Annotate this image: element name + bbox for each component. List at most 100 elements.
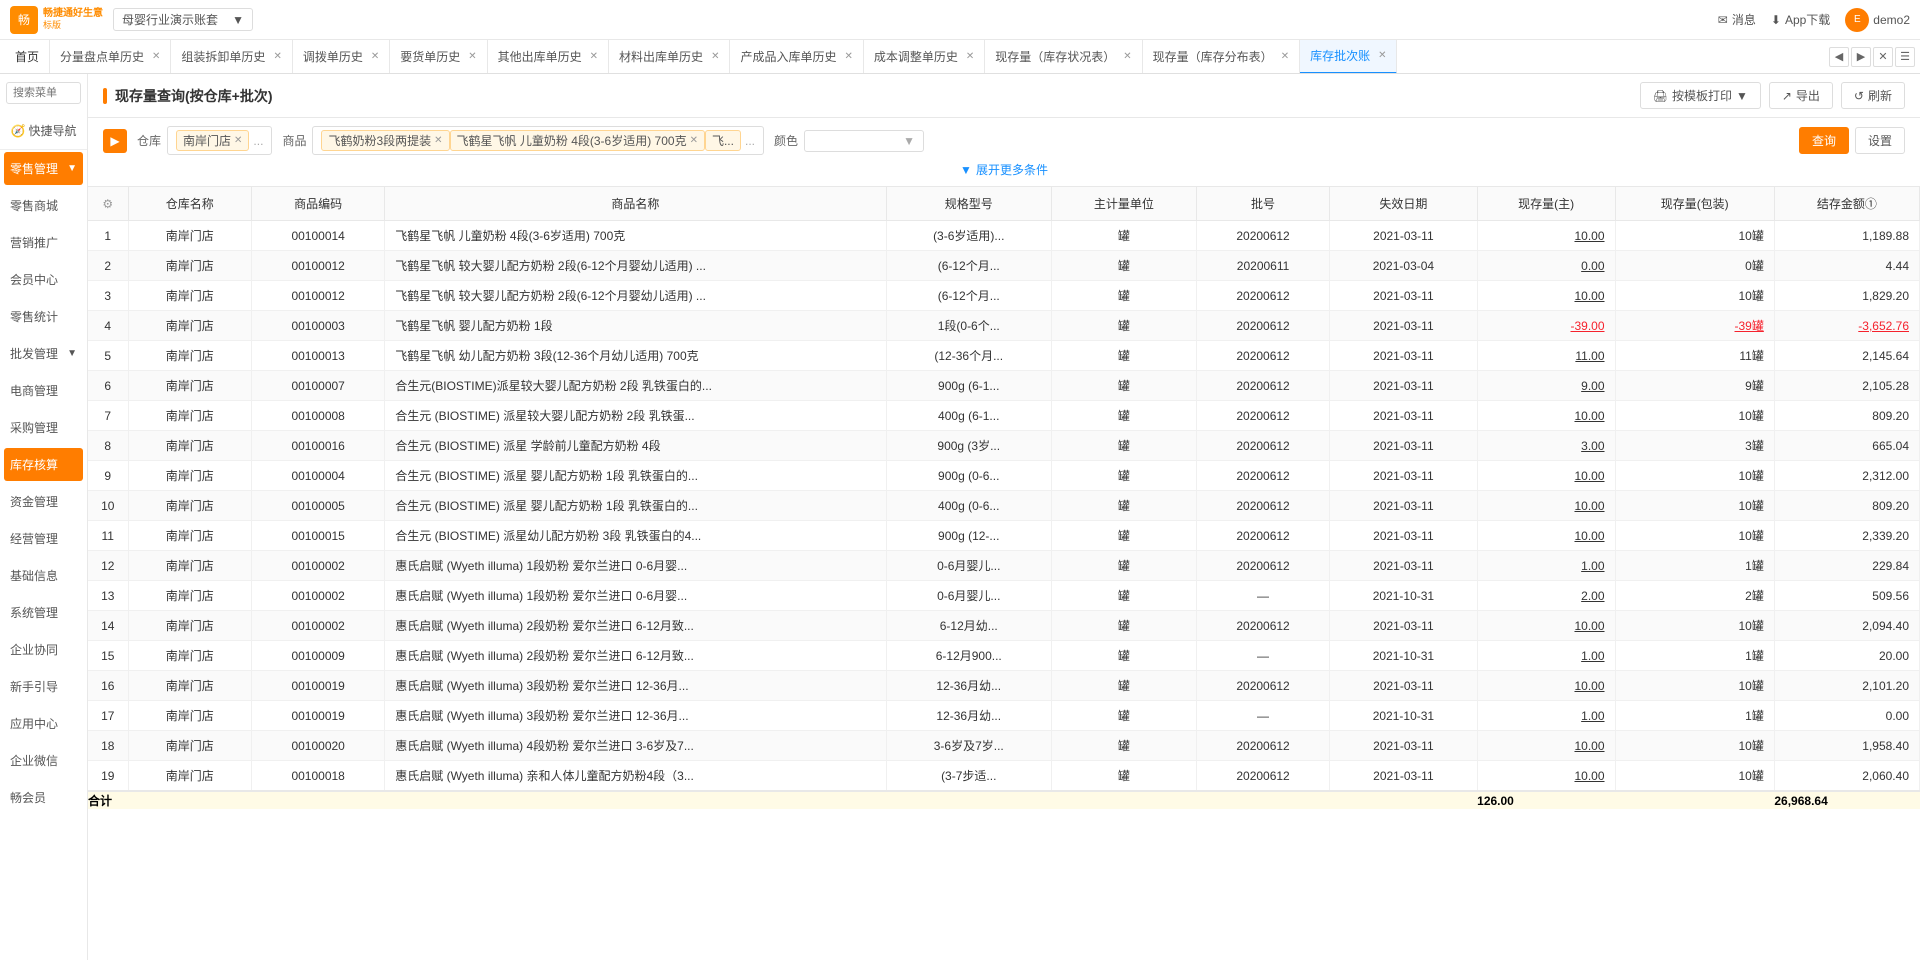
row-qty-main[interactable]: 10.00 <box>1477 491 1615 521</box>
row-qty-pkg: 10罐 <box>1615 611 1774 641</box>
row-qty-main[interactable]: 2.00 <box>1477 581 1615 611</box>
filter-more-icon[interactable]: ... <box>253 134 263 148</box>
sidebar-item-retail-stats[interactable]: 零售统计 <box>4 300 83 333</box>
tab-close-icon[interactable]: ✕ <box>152 51 160 62</box>
col-warehouse: 仓库名称 <box>128 187 252 221</box>
row-qty-main[interactable]: 9.00 <box>1477 371 1615 401</box>
filter-expand-button[interactable]: ▶ <box>103 129 127 153</box>
sidebar-item-basic-info[interactable]: 基础信息 <box>4 559 83 592</box>
workspace-selector[interactable]: 母婴行业演示账套 ▼ <box>113 8 253 31</box>
sidebar-item-operations[interactable]: 经营管理 <box>4 522 83 555</box>
row-qty-main[interactable]: 10.00 <box>1477 521 1615 551</box>
row-qty-main[interactable]: 10.00 <box>1477 221 1615 251</box>
tab-close-icon[interactable]: ✕ <box>966 51 974 62</box>
row-qty-main[interactable]: 10.00 <box>1477 461 1615 491</box>
sidebar-item-wholesale[interactable]: 批发管理 ▼ <box>4 337 83 370</box>
row-qty-main[interactable]: 10.00 <box>1477 401 1615 431</box>
tab-cost-adjust[interactable]: 成本调整单历史 ✕ <box>864 40 985 74</box>
tab-inventory-status[interactable]: 现存量（库存状况表） ✕ <box>985 40 1142 74</box>
sidebar-item-marketing[interactable]: 营销推广 <box>4 226 83 259</box>
tab-yao-huo[interactable]: 要货单历史 ✕ <box>390 40 487 74</box>
tab-close-icon[interactable]: ✕ <box>590 51 598 62</box>
sidebar-item-inventory[interactable]: 库存核算 <box>4 448 83 481</box>
row-qty-main[interactable]: 10.00 <box>1477 671 1615 701</box>
row-warehouse: 南岸门店 <box>128 551 252 581</box>
expand-more-button[interactable]: ▼ 展开更多条件 <box>103 161 1905 178</box>
tab-close-active-icon[interactable]: ✕ <box>1378 50 1386 61</box>
sidebar-item-member[interactable]: 会员中心 <box>4 263 83 296</box>
row-qty-main[interactable]: 1.00 <box>1477 551 1615 581</box>
chevron-right-icon: ▶ <box>110 134 119 148</box>
row-qty-pkg: 10罐 <box>1615 671 1774 701</box>
tab-zu-zhuang[interactable]: 组装拆卸单历史 ✕ <box>171 40 292 74</box>
sidebar-item-member-card[interactable]: 畅会员 <box>4 781 83 814</box>
row-qty-main[interactable]: 1.00 <box>1477 701 1615 731</box>
row-batch: 20200612 <box>1196 761 1329 792</box>
tab-close-icon[interactable]: ✕ <box>273 51 281 62</box>
tab-product-in[interactable]: 产成品入库单历史 ✕ <box>730 40 863 74</box>
sidebar-item-purchase[interactable]: 采购管理 <box>4 411 83 444</box>
row-spec: 6-12月900... <box>886 641 1051 671</box>
settings-button[interactable]: 设置 <box>1855 127 1905 154</box>
tab-diao-bo[interactable]: 调拨单历史 ✕ <box>293 40 390 74</box>
print-template-button[interactable]: 🖨 按模板打印 ▼ <box>1640 82 1761 109</box>
sidebar-item-retail-store[interactable]: 零售商城 <box>4 189 83 222</box>
tab-close-icon[interactable]: ✕ <box>1281 51 1289 62</box>
tab-inventory-batch[interactable]: 库存批次账 ✕ <box>1300 40 1397 74</box>
row-warehouse: 南岸门店 <box>128 371 252 401</box>
app-download-button[interactable]: ⬇ App下载 <box>1771 11 1830 28</box>
row-qty-main[interactable]: 10.00 <box>1477 731 1615 761</box>
tab-material-out[interactable]: 材料出库单历史 ✕ <box>609 40 730 74</box>
row-qty-main[interactable]: 3.00 <box>1477 431 1615 461</box>
sidebar-item-enterprise[interactable]: 企业协同 <box>4 633 83 666</box>
color-input[interactable]: ▼ <box>804 130 924 152</box>
sidebar-item-system[interactable]: 系统管理 <box>4 596 83 629</box>
tab-scroll-left[interactable]: ◀ <box>1829 47 1849 67</box>
export-button[interactable]: ↗ 导出 <box>1769 82 1833 109</box>
tab-close-icon[interactable]: ✕ <box>844 51 852 62</box>
warehouse-input[interactable]: 南岸门店 ✕ ... <box>167 126 272 155</box>
tab-home[interactable]: 首页 <box>5 40 50 74</box>
row-qty-main[interactable]: 10.00 <box>1477 761 1615 792</box>
sidebar-quick-nav-item[interactable]: 🧭 快捷导航 <box>0 116 87 145</box>
sidebar-item-ecommerce[interactable]: 电商管理 <box>4 374 83 407</box>
col-code: 商品编码 <box>252 187 385 221</box>
refresh-button[interactable]: ↺ 刷新 <box>1841 82 1905 109</box>
table-settings-icon[interactable]: ⚙ <box>102 197 113 211</box>
tab-fen-liang[interactable]: 分量盘点单历史 ✕ <box>50 40 171 74</box>
col-settings[interactable]: ⚙ <box>88 187 128 221</box>
search-input[interactable] <box>6 82 81 104</box>
sidebar-item-finance[interactable]: 资金管理 <box>4 485 83 518</box>
warehouse-tag-close[interactable]: ✕ <box>234 135 242 146</box>
row-qty-main[interactable]: 1.00 <box>1477 641 1615 671</box>
tab-menu[interactable]: ☰ <box>1895 47 1915 67</box>
row-qty-main[interactable]: -39.00 <box>1477 311 1615 341</box>
sidebar-item-retail-mgmt[interactable]: 零售管理 ▼ <box>4 152 83 185</box>
row-qty-main[interactable]: 0.00 <box>1477 251 1615 281</box>
tab-close-all[interactable]: ✕ <box>1873 47 1893 67</box>
sidebar-item-enterprise-wechat[interactable]: 企业微信 <box>4 744 83 777</box>
product-tag-1-close[interactable]: ✕ <box>434 135 442 146</box>
product-input[interactable]: 飞鹤奶粉3段两提装 ✕ 飞鹤星飞帆 儿童奶粉 4段(3-6岁适用) 700克 ✕… <box>312 126 764 155</box>
sidebar-item-new-guide[interactable]: 新手引导 <box>4 670 83 703</box>
table-row: 12 南岸门店 00100002 惠氏启赋 (Wyeth illuma) 1段奶… <box>88 551 1920 581</box>
filter-more-icon[interactable]: ... <box>745 134 755 148</box>
row-qty-main[interactable]: 10.00 <box>1477 611 1615 641</box>
tab-inventory-dist[interactable]: 现存量（库存分布表） ✕ <box>1143 40 1300 74</box>
user-avatar[interactable]: E demo2 <box>1845 8 1910 32</box>
tab-scroll-right[interactable]: ▶ <box>1851 47 1871 67</box>
row-qty-main[interactable]: 10.00 <box>1477 281 1615 311</box>
message-button[interactable]: ✉ 消息 <box>1718 11 1756 28</box>
row-unit: 罐 <box>1051 461 1196 491</box>
query-button[interactable]: 查询 <box>1799 127 1849 154</box>
product-tag-2-close[interactable]: ✕ <box>690 135 698 146</box>
tab-other-out[interactable]: 其他出库单历史 ✕ <box>488 40 609 74</box>
col-expire: 失效日期 <box>1330 187 1478 221</box>
row-unit: 罐 <box>1051 521 1196 551</box>
sidebar-item-app-center[interactable]: 应用中心 <box>4 707 83 740</box>
tab-close-icon[interactable]: ✕ <box>371 51 379 62</box>
row-qty-main[interactable]: 11.00 <box>1477 341 1615 371</box>
tab-close-icon[interactable]: ✕ <box>468 51 476 62</box>
tab-close-icon[interactable]: ✕ <box>711 51 719 62</box>
tab-close-icon[interactable]: ✕ <box>1123 51 1131 62</box>
